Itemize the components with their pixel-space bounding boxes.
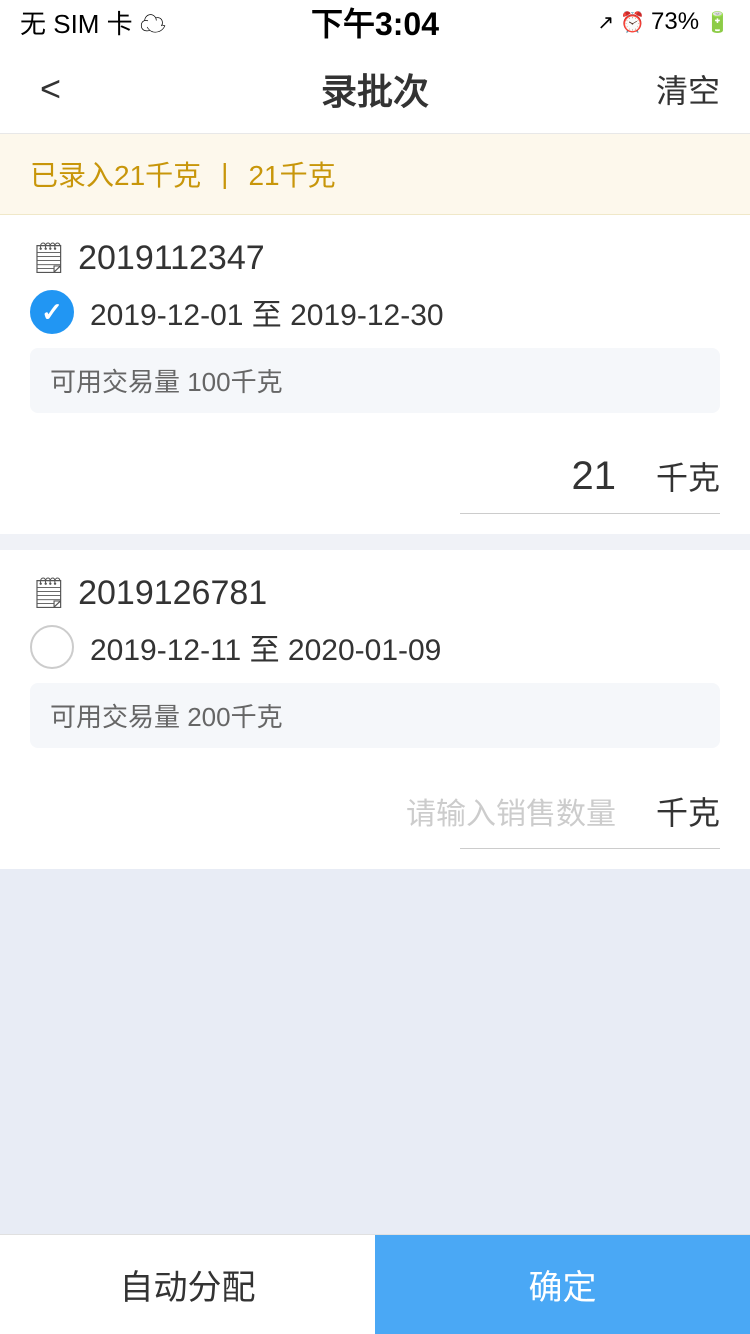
auto-distribute-button[interactable]: 自动分配 — [0, 1235, 375, 1334]
status-right: ↗ ⏰ 73% 🔋 — [597, 8, 730, 36]
back-button[interactable]: < — [30, 58, 71, 120]
bottom-bar: 自动分配 确定 — [0, 1234, 750, 1334]
batch-1-radio[interactable] — [30, 290, 74, 334]
info-banner: 已录入21千克 | 21千克 — [0, 134, 750, 215]
batch-1-underline — [460, 513, 720, 514]
batch-1-date-row: 2019-12-01 至 2019-12-30 — [30, 290, 720, 334]
section-separator — [0, 534, 750, 550]
batch-2-radio[interactable] — [30, 625, 74, 669]
battery-text: 73% — [651, 8, 699, 36]
batch-1-underline-container — [0, 509, 750, 534]
batch-2-input-unit: 千克 — [656, 788, 720, 834]
batch-2-number: 2019126781 — [78, 574, 267, 613]
status-bar: 无 SIM 卡 ☁ 下午3:04 ↗ ⏰ 73% 🔋 — [0, 0, 750, 44]
batch-item-2: 🗒 2019126781 2019-12-11 至 2020-01-09 可用交… — [0, 550, 750, 869]
status-left: 无 SIM 卡 ☁ — [20, 4, 166, 41]
batch-1-available: 可用交易量 100千克 — [30, 348, 720, 413]
confirm-button[interactable]: 确定 — [375, 1235, 750, 1334]
recorded-amount-value: 21千克 — [248, 154, 335, 194]
batch-1-number: 2019112347 — [78, 239, 265, 278]
batch-1-quantity-row: 21 千克 — [0, 433, 750, 509]
status-time: 下午3:04 — [311, 0, 439, 45]
batch-2-header: 🗒 2019126781 — [30, 574, 720, 613]
batch-2-date-row: 2019-12-11 至 2020-01-09 — [30, 625, 720, 669]
batch-2-input-row[interactable]: 请输入销售数量 千克 — [0, 768, 750, 844]
batch-2-underline — [460, 848, 720, 849]
batch-2-doc-icon: 🗒 — [30, 576, 68, 611]
alarm-icon: ⏰ — [620, 10, 645, 35]
batch-1-header: 🗒 2019112347 — [30, 239, 720, 278]
batch-item-1: 🗒 2019112347 2019-12-01 至 2019-12-30 可用交… — [0, 215, 750, 534]
batch-1-doc-icon: 🗒 — [30, 241, 68, 276]
battery-icon: 🔋 — [705, 10, 730, 35]
clear-button[interactable]: 清空 — [656, 66, 720, 112]
batch-1-quantity-value: 21 — [571, 454, 616, 499]
nav-bar: < 录批次 清空 — [0, 44, 750, 134]
page-title: 录批次 — [321, 63, 429, 115]
recorded-amount-label: 已录入21千克 — [30, 154, 201, 194]
no-sim-text: 无 SIM 卡 ☁ — [20, 4, 166, 41]
main-content: 🗒 2019112347 2019-12-01 至 2019-12-30 可用交… — [0, 215, 750, 1334]
batch-2-available: 可用交易量 200千克 — [30, 683, 720, 748]
batch-1-quantity-unit: 千克 — [656, 453, 720, 499]
info-divider: | — [221, 158, 228, 190]
batch-2-underline-container — [0, 844, 750, 869]
batch-1-date: 2019-12-01 至 2019-12-30 — [90, 290, 444, 334]
batch-2-input-placeholder: 请输入销售数量 — [406, 789, 616, 833]
batch-2-date: 2019-12-11 至 2020-01-09 — [90, 625, 441, 669]
location-icon: ↗ — [597, 10, 614, 35]
